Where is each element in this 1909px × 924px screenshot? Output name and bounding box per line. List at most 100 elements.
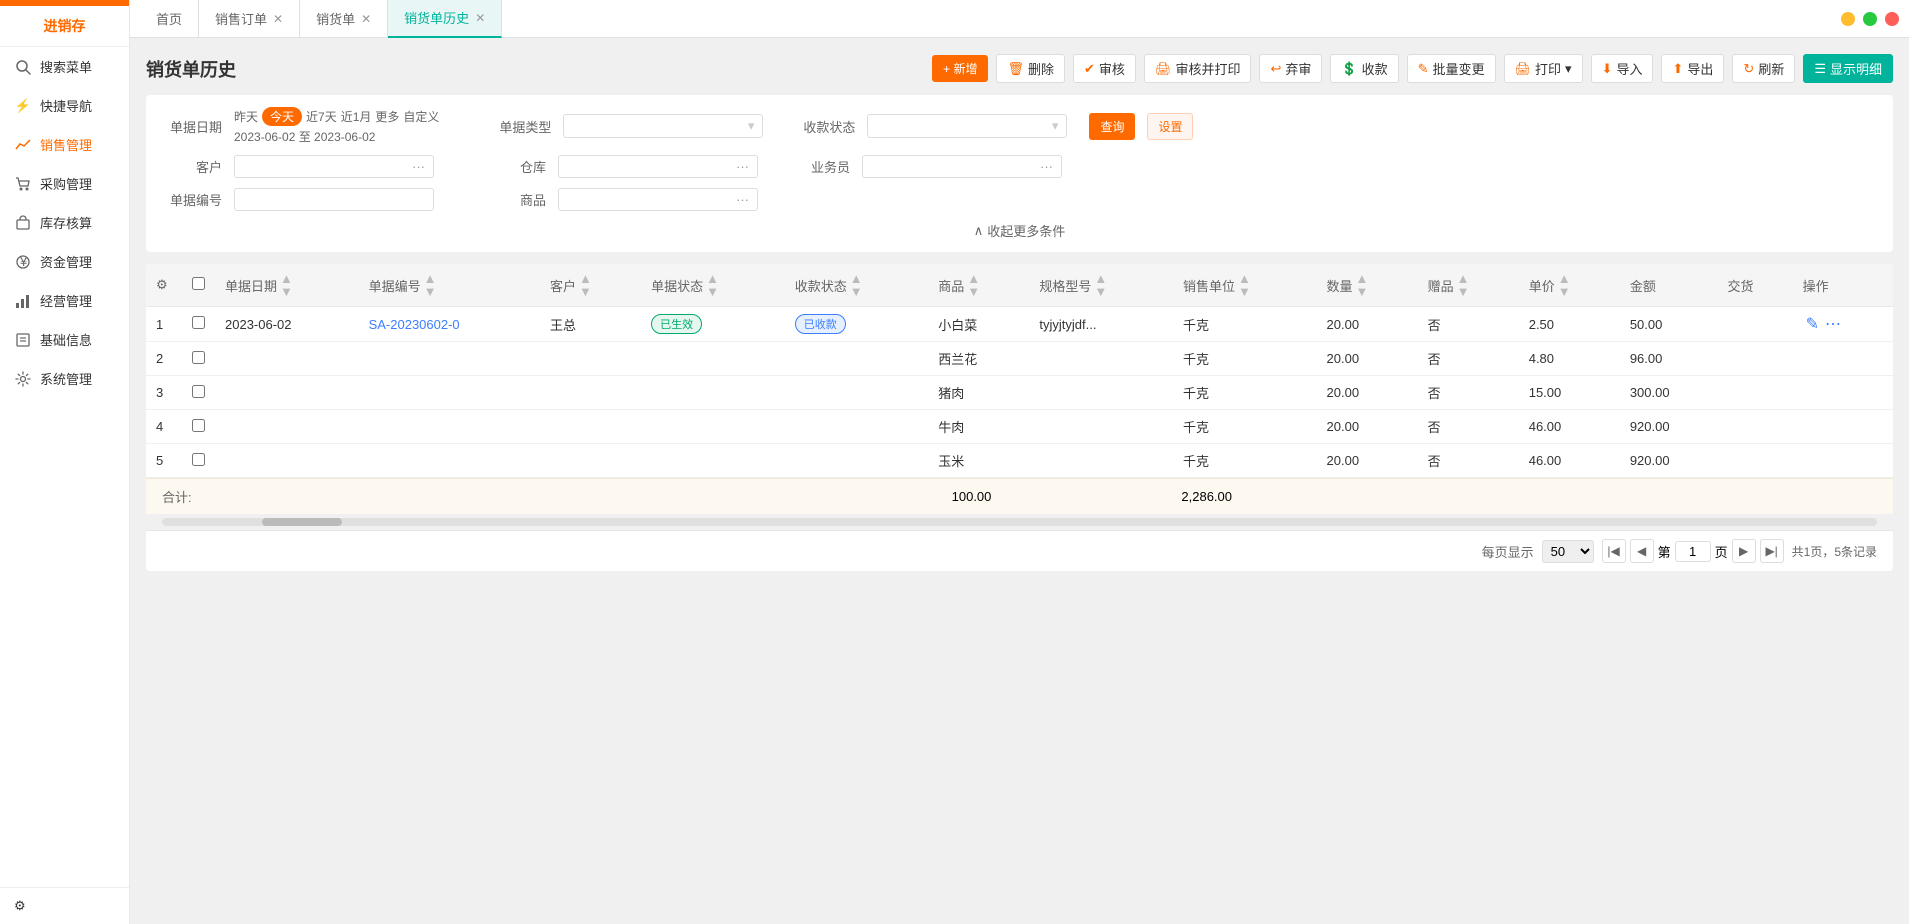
filter-row-3: 单据编号 商品 ··· — [162, 188, 1877, 211]
footer-total-qty: 100.00 — [952, 489, 992, 504]
batch-change-icon: ✎ — [1418, 61, 1429, 77]
shortcut-1month[interactable]: 近1月 — [341, 108, 372, 125]
sidebar-item-sys-mgmt[interactable]: 系统管理 — [0, 359, 129, 398]
page-info: 共1页，5条记录 — [1792, 543, 1877, 560]
sidebar-item-quick-nav[interactable]: ⚡ 快捷导航 — [0, 86, 129, 125]
sales-mgmt-icon — [14, 136, 32, 154]
warehouse-dots-icon[interactable]: ··· — [736, 159, 749, 174]
shortcut-today[interactable]: 今天 — [262, 107, 302, 126]
goods-dots-icon[interactable]: ··· — [736, 192, 749, 207]
sidebar-item-base-info[interactable]: 基础信息 — [0, 320, 129, 359]
tab-sales-order[interactable]: 销售订单 ✕ — [199, 0, 300, 38]
query-button[interactable]: 查询 — [1089, 113, 1135, 140]
sidebar-item-sales-mgmt[interactable]: 销售管理 — [0, 125, 129, 164]
col-gift[interactable]: 赠品 ▲▼ — [1418, 264, 1519, 307]
tab-sales-delivery[interactable]: 销货单 ✕ — [300, 0, 388, 38]
search-menu-icon — [14, 58, 32, 76]
tab-home[interactable]: 首页 — [140, 0, 199, 38]
audit-print-button[interactable]: 🖨 审核并打印 — [1144, 54, 1252, 83]
batch-change-button[interactable]: ✎ 批量变更 — [1407, 54, 1496, 83]
page-nav: |◀ ◀ 第 页 ▶ ▶| — [1602, 539, 1784, 563]
col-doc-date[interactable]: 单据日期 ▲▼ — [215, 264, 359, 307]
page-prev-btn[interactable]: ◀ — [1630, 539, 1654, 563]
doc-type-input[interactable]: ▾ — [563, 114, 763, 138]
print-button[interactable]: 🖨 打印 ▾ — [1504, 54, 1583, 83]
window-minimize-btn[interactable] — [1841, 12, 1855, 26]
delete-button[interactable]: 🗑 删除 — [996, 54, 1065, 83]
col-spec[interactable]: 规格型号 ▲▼ — [1029, 264, 1173, 307]
sidebar-item-search-menu[interactable]: 搜索菜单 — [0, 47, 129, 86]
tab-close-sales-history[interactable]: ✕ — [475, 11, 485, 25]
tab-sales-history[interactable]: 销货单历史 ✕ — [388, 0, 502, 38]
col-collect-status[interactable]: 收款状态 ▲▼ — [785, 264, 929, 307]
more-btn[interactable]: ⋯ — [1825, 316, 1841, 333]
row-price: 46.00 — [1519, 410, 1620, 444]
sidebar-item-operations[interactable]: 经营管理 — [0, 281, 129, 320]
salesperson-input[interactable]: ··· — [862, 155, 1062, 178]
customer-dots-icon[interactable]: ··· — [412, 159, 425, 174]
scroll-bar[interactable] — [146, 514, 1893, 530]
col-goods[interactable]: 商品 ▲▼ — [928, 264, 1029, 307]
col-qty[interactable]: 数量 ▲▼ — [1317, 264, 1418, 307]
row-spec — [1029, 342, 1173, 376]
warehouse-input[interactable]: ··· — [558, 155, 758, 178]
content-area: 销货单历史 + 新增 🗑 删除 ✔ 审核 🖨 审核并打印 ↩ 弃审 — [130, 38, 1909, 924]
edit-btn[interactable]: ✎ — [1806, 316, 1819, 333]
window-close-btn[interactable] — [1885, 12, 1899, 26]
row-qty: 20.00 — [1317, 376, 1418, 410]
tab-close-sales-delivery[interactable]: ✕ — [361, 12, 371, 26]
row-unit: 千克 — [1173, 307, 1317, 342]
show-detail-button[interactable]: ☰ 显示明细 — [1803, 54, 1893, 83]
goods-input[interactable]: ··· — [558, 188, 758, 211]
date-shortcuts: 昨天 今天 近7天 近1月 更多 自定义 — [234, 107, 439, 126]
export-button[interactable]: ⬆ 导出 — [1661, 54, 1724, 83]
new-button[interactable]: + 新增 — [932, 55, 988, 82]
select-all-checkbox[interactable] — [192, 277, 205, 290]
import-button[interactable]: ⬇ 导入 — [1591, 54, 1654, 83]
tab-bar: 首页 销售订单 ✕ 销货单 ✕ 销货单历史 ✕ — [130, 0, 1909, 38]
goods-label: 商品 — [486, 190, 546, 209]
page-input[interactable] — [1675, 541, 1711, 562]
salesperson-dots-icon[interactable]: ··· — [1040, 159, 1053, 174]
customer-label: 客户 — [162, 157, 222, 176]
delete-icon: 🗑 — [1007, 61, 1024, 77]
col-settings[interactable]: ⚙ — [146, 264, 182, 307]
sidebar-settings-btn[interactable]: ⚙ — [0, 888, 129, 924]
abandon-button[interactable]: ↩ 弃审 — [1259, 54, 1322, 83]
page-next-btn[interactable]: ▶ — [1732, 539, 1756, 563]
collect-button[interactable]: 💲 收款 — [1330, 54, 1398, 83]
audit-print-icon: 🖨 — [1155, 61, 1172, 77]
col-price[interactable]: 单价 ▲▼ — [1519, 264, 1620, 307]
collect-status-input[interactable]: ▾ — [867, 114, 1067, 138]
sidebar-item-purchase-mgmt[interactable]: 采购管理 — [0, 164, 129, 203]
col-customer[interactable]: 客户 ▲▼ — [540, 264, 641, 307]
refresh-button[interactable]: ↻ 刷新 — [1732, 54, 1795, 83]
sidebar-item-inventory[interactable]: 库存核算 — [0, 203, 129, 242]
page-label-prefix: 第 — [1658, 542, 1671, 561]
row-checkbox — [182, 410, 215, 444]
col-doc-no[interactable]: 单据编号 ▲▼ — [359, 264, 540, 307]
col-doc-status[interactable]: 单据状态 ▲▼ — [641, 264, 785, 307]
page-size-select[interactable]: 50 100 200 — [1542, 540, 1594, 563]
page-first-btn[interactable]: |◀ — [1602, 539, 1626, 563]
footer-label: 合计: — [162, 487, 192, 506]
shortcut-custom[interactable]: 自定义 — [403, 108, 439, 125]
shortcut-more[interactable]: 更多 — [375, 108, 399, 125]
doc-no-input[interactable] — [234, 188, 434, 211]
sidebar-item-finance[interactable]: ¥ 资金管理 — [0, 242, 129, 281]
table-settings-icon[interactable]: ⚙ — [156, 277, 168, 292]
audit-icon: ✔ — [1084, 61, 1095, 77]
warehouse-label: 仓库 — [486, 157, 546, 176]
scroll-thumb[interactable] — [262, 518, 342, 526]
customer-input[interactable]: ··· — [234, 155, 434, 178]
page-last-btn[interactable]: ▶| — [1760, 539, 1784, 563]
collapse-btn[interactable]: ∧ 收起更多条件 — [162, 221, 1877, 240]
audit-button[interactable]: ✔ 审核 — [1073, 54, 1136, 83]
print-icon: 🖨 — [1515, 61, 1532, 77]
settings-button[interactable]: 设置 — [1147, 113, 1193, 140]
shortcut-yesterday[interactable]: 昨天 — [234, 108, 258, 125]
col-unit[interactable]: 销售单位 ▲▼ — [1173, 264, 1317, 307]
shortcut-7days[interactable]: 近7天 — [306, 108, 337, 125]
window-maximize-btn[interactable] — [1863, 12, 1877, 26]
tab-close-sales-order[interactable]: ✕ — [273, 12, 283, 26]
